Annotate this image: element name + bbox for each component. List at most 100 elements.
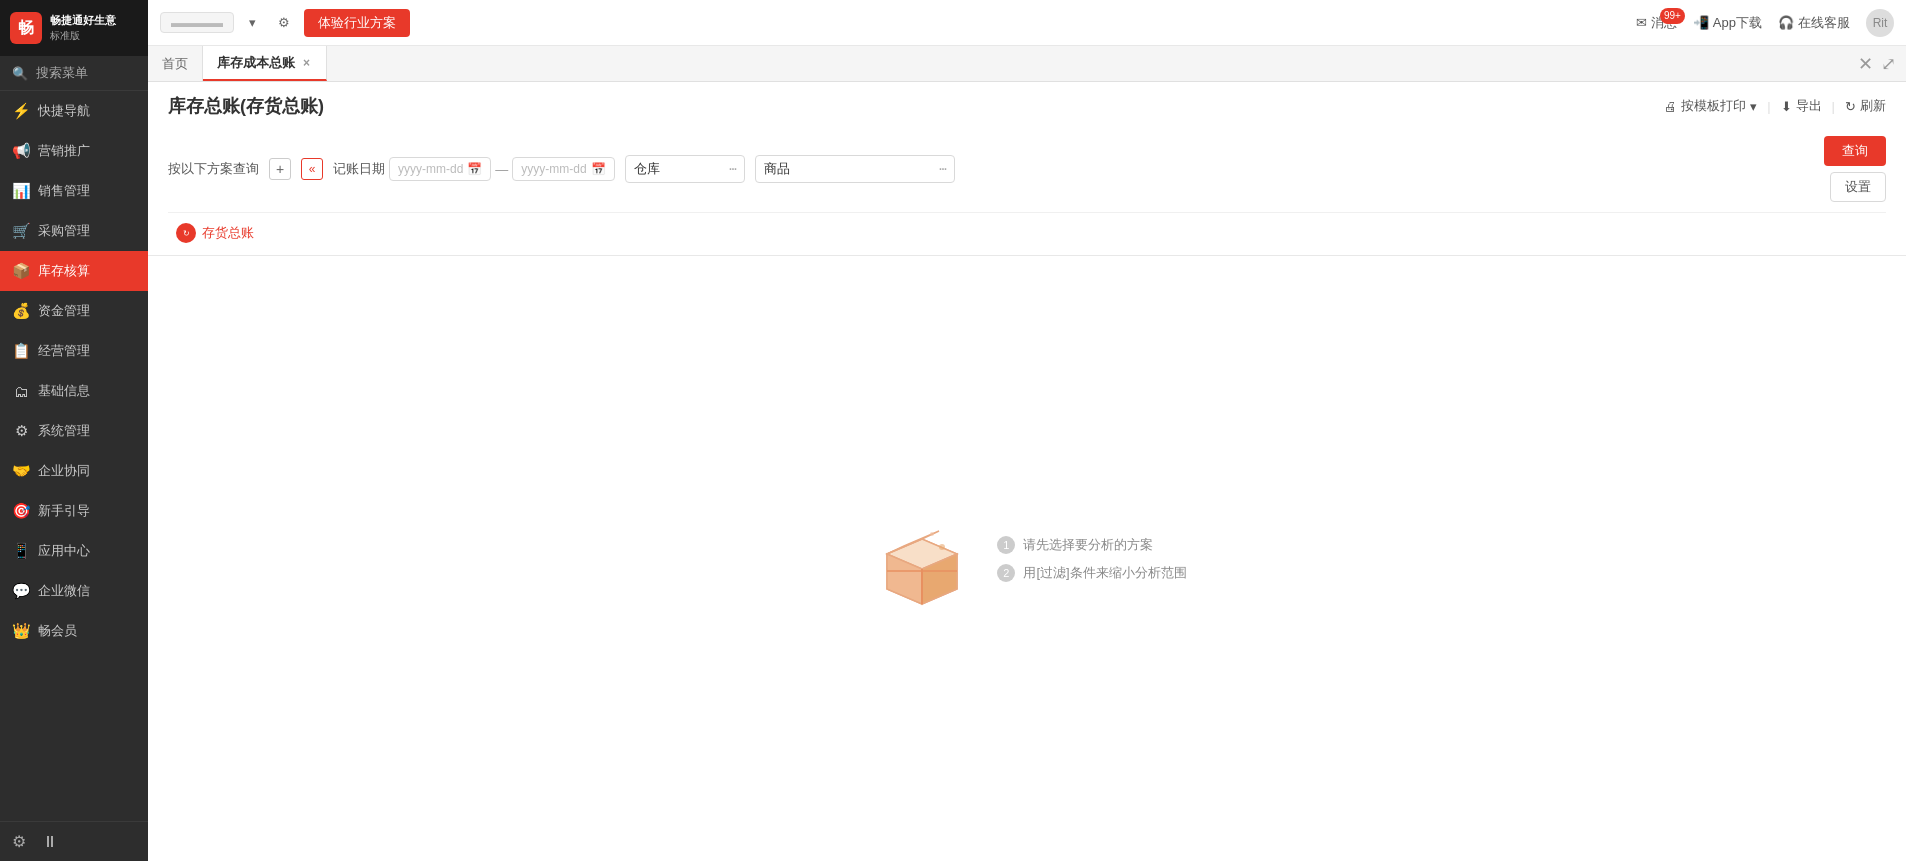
svg-point-10 [930, 532, 934, 536]
tab-inventory-ledger[interactable]: 库存成本总账 × [203, 46, 327, 81]
member-icon: 👑 [12, 622, 30, 640]
page-title-row: 库存总账(存货总账) 🖨 按模板打印 ▾ | ⬇ 导出 | ↻ [168, 94, 1886, 118]
refresh-icon: ↻ [1845, 99, 1856, 114]
sidebar-item-system[interactable]: ⚙ 系统管理 [0, 411, 148, 451]
purchase-icon: 🛒 [12, 222, 30, 240]
user-profile[interactable]: Rit [1866, 9, 1894, 37]
industry-btn[interactable]: 体验行业方案 [304, 9, 410, 37]
system-icon: ⚙ [12, 422, 30, 440]
goods-filter[interactable]: 商品 ··· [755, 155, 955, 183]
main-area: ▬▬▬▬ ▾ ⚙ 体验行业方案 ✉ 消息 99+ 📲 App下载 🎧 在线客服 [148, 0, 1906, 861]
hint-num-2: 2 [997, 564, 1015, 582]
sidebar-item-finance[interactable]: 💰 资金管理 [0, 291, 148, 331]
refresh-action[interactable]: ↻ 刷新 [1845, 97, 1886, 115]
app-download-action[interactable]: 📲 App下载 [1693, 14, 1762, 32]
sidebar: 畅 畅捷通好生意 标准版 🔍 搜索菜单 ⚡ 快捷导航 📢 营销推广 📊 销售管理… [0, 0, 148, 861]
search-menu[interactable]: 🔍 搜索菜单 [0, 56, 148, 91]
sidebar-item-shortcut[interactable]: ⚡ 快捷导航 [0, 91, 148, 131]
date-end-input[interactable]: yyyy-mm-dd 📅 [512, 157, 614, 181]
sidebar-item-marketing[interactable]: 📢 营销推广 [0, 131, 148, 171]
search-icon: 🔍 [12, 66, 28, 81]
export-icon: ⬇ [1781, 99, 1792, 114]
topbar-settings-btn[interactable]: ⚙ [270, 9, 298, 37]
topbar-right: ✉ 消息 99+ 📲 App下载 🎧 在线客服 Rit [1636, 9, 1894, 37]
panel-close: ✕ ⤢ [1848, 53, 1906, 75]
settings-bottom-icon[interactable]: ⚙ [12, 832, 26, 851]
sidebar-item-member[interactable]: 👑 畅会员 [0, 611, 148, 651]
app-logo: 畅 畅捷通好生意 标准版 [0, 0, 148, 56]
message-icon: ✉ [1636, 15, 1647, 30]
empty-illustration [867, 509, 967, 609]
shortcut-icon: ⚡ [12, 102, 30, 120]
filter-add-btn[interactable]: + [269, 158, 291, 180]
date-filter: 记账日期 yyyy-mm-dd 📅 — yyyy-mm-dd 📅 [333, 157, 615, 181]
sales-icon: 📊 [12, 182, 30, 200]
online-support-action[interactable]: 🎧 在线客服 [1778, 14, 1850, 32]
headset-icon: 🎧 [1778, 15, 1794, 30]
app-download-icon: 📲 [1693, 15, 1709, 30]
sidebar-item-purchase[interactable]: 🛒 采购管理 [0, 211, 148, 251]
print-icon: 🖨 [1664, 99, 1677, 114]
sidebar-item-newguide[interactable]: 🎯 新手引导 [0, 491, 148, 531]
svg-text:↻: ↻ [183, 229, 190, 238]
hint-num-1: 1 [997, 536, 1015, 554]
message-badge: 99+ [1660, 8, 1685, 24]
topbar-left: ▬▬▬▬ ▾ ⚙ 体验行业方案 [160, 9, 1628, 37]
page-title: 库存总账(存货总账) [168, 94, 324, 118]
scheme-selector: ↻ 存货总账 [168, 212, 1886, 255]
page-actions: 🖨 按模板打印 ▾ | ⬇ 导出 | ↻ 刷新 [1664, 97, 1886, 115]
scheme-icon: ↻ [176, 223, 196, 243]
calendar-end-icon: 📅 [591, 162, 606, 176]
date-start-input[interactable]: yyyy-mm-dd 📅 [389, 157, 491, 181]
empty-state: 1 请先选择要分析的方案 2 用[过滤]条件来缩小分析范围 [148, 256, 1906, 861]
newguide-icon: 🎯 [12, 502, 30, 520]
action-divider-2: | [1832, 99, 1835, 114]
marketing-icon: 📢 [12, 142, 30, 160]
sidebar-item-sales[interactable]: 📊 销售管理 [0, 171, 148, 211]
export-action[interactable]: ⬇ 导出 [1781, 97, 1822, 115]
message-action[interactable]: ✉ 消息 99+ [1636, 14, 1677, 32]
breadcrumb-text: ▬▬▬▬ [171, 15, 223, 30]
print-action[interactable]: 🖨 按模板打印 ▾ [1664, 97, 1757, 115]
finance-icon: 💰 [12, 302, 30, 320]
calendar-start-icon: 📅 [467, 162, 482, 176]
nav-dropdown-btn[interactable]: ▾ [240, 11, 264, 35]
sidebar-item-enterprise[interactable]: 🤝 企业协同 [0, 451, 148, 491]
sidebar-bottom: ⚙ ⏸ [0, 821, 148, 861]
tabbar: 首页 库存成本总账 × ✕ ⤢ [148, 46, 1906, 82]
date-label: 记账日期 [333, 160, 385, 178]
enterprise-icon: 🤝 [12, 462, 30, 480]
wechat-icon: 💬 [12, 582, 30, 600]
topbar: ▬▬▬▬ ▾ ⚙ 体验行业方案 ✉ 消息 99+ 📲 App下载 🎧 在线客服 [148, 0, 1906, 46]
tab-close-btn[interactable]: × [301, 56, 312, 70]
close-panel-icon[interactable]: ✕ [1858, 53, 1873, 75]
content-area: 库存总账(存货总账) 🖨 按模板打印 ▾ | ⬇ 导出 | ↻ [148, 82, 1906, 861]
operation-icon: 📋 [12, 342, 30, 360]
basic-icon: 🗂 [12, 383, 30, 400]
collapse-icon[interactable]: ⏸ [42, 833, 58, 851]
sidebar-item-wechat[interactable]: 💬 企业微信 [0, 571, 148, 611]
warehouse-filter[interactable]: 仓库 ··· [625, 155, 745, 183]
sidebar-item-appcenter[interactable]: 📱 应用中心 [0, 531, 148, 571]
query-btn[interactable]: 查询 [1824, 136, 1886, 166]
hint-item-2: 2 用[过滤]条件来缩小分析范围 [997, 564, 1186, 582]
expand-icon[interactable]: ⤢ [1881, 53, 1896, 75]
nav-list: ⚡ 快捷导航 📢 营销推广 📊 销售管理 🛒 采购管理 📦 库存核算 💰 资金管… [0, 91, 148, 821]
settings-action-btn[interactable]: 设置 [1830, 172, 1886, 202]
sidebar-item-inventory[interactable]: 📦 库存核算 [0, 251, 148, 291]
filter-collapse-btn[interactable]: « [301, 158, 323, 180]
empty-inner: 1 请先选择要分析的方案 2 用[过滤]条件来缩小分析范围 [867, 509, 1186, 609]
app-name: 畅捷通好生意 标准版 [50, 13, 116, 42]
action-divider-1: | [1767, 99, 1770, 114]
filter-row: 按以下方案查询 + « 记账日期 yyyy-mm-dd 📅 — yyyy-mm-… [168, 128, 1886, 212]
sidebar-item-basic[interactable]: 🗂 基础信息 [0, 371, 148, 411]
appcenter-icon: 📱 [12, 542, 30, 560]
sidebar-item-operation[interactable]: 📋 经营管理 [0, 331, 148, 371]
scheme-item[interactable]: ↻ 存货总账 [168, 219, 262, 247]
page-header: 库存总账(存货总账) 🖨 按模板打印 ▾ | ⬇ 导出 | ↻ [148, 82, 1906, 256]
tab-home[interactable]: 首页 [148, 46, 203, 81]
breadcrumb[interactable]: ▬▬▬▬ [160, 12, 234, 33]
inventory-icon: 📦 [12, 262, 30, 280]
empty-text: 1 请先选择要分析的方案 2 用[过滤]条件来缩小分析范围 [997, 536, 1186, 582]
warehouse-more-icon: ··· [728, 160, 735, 178]
